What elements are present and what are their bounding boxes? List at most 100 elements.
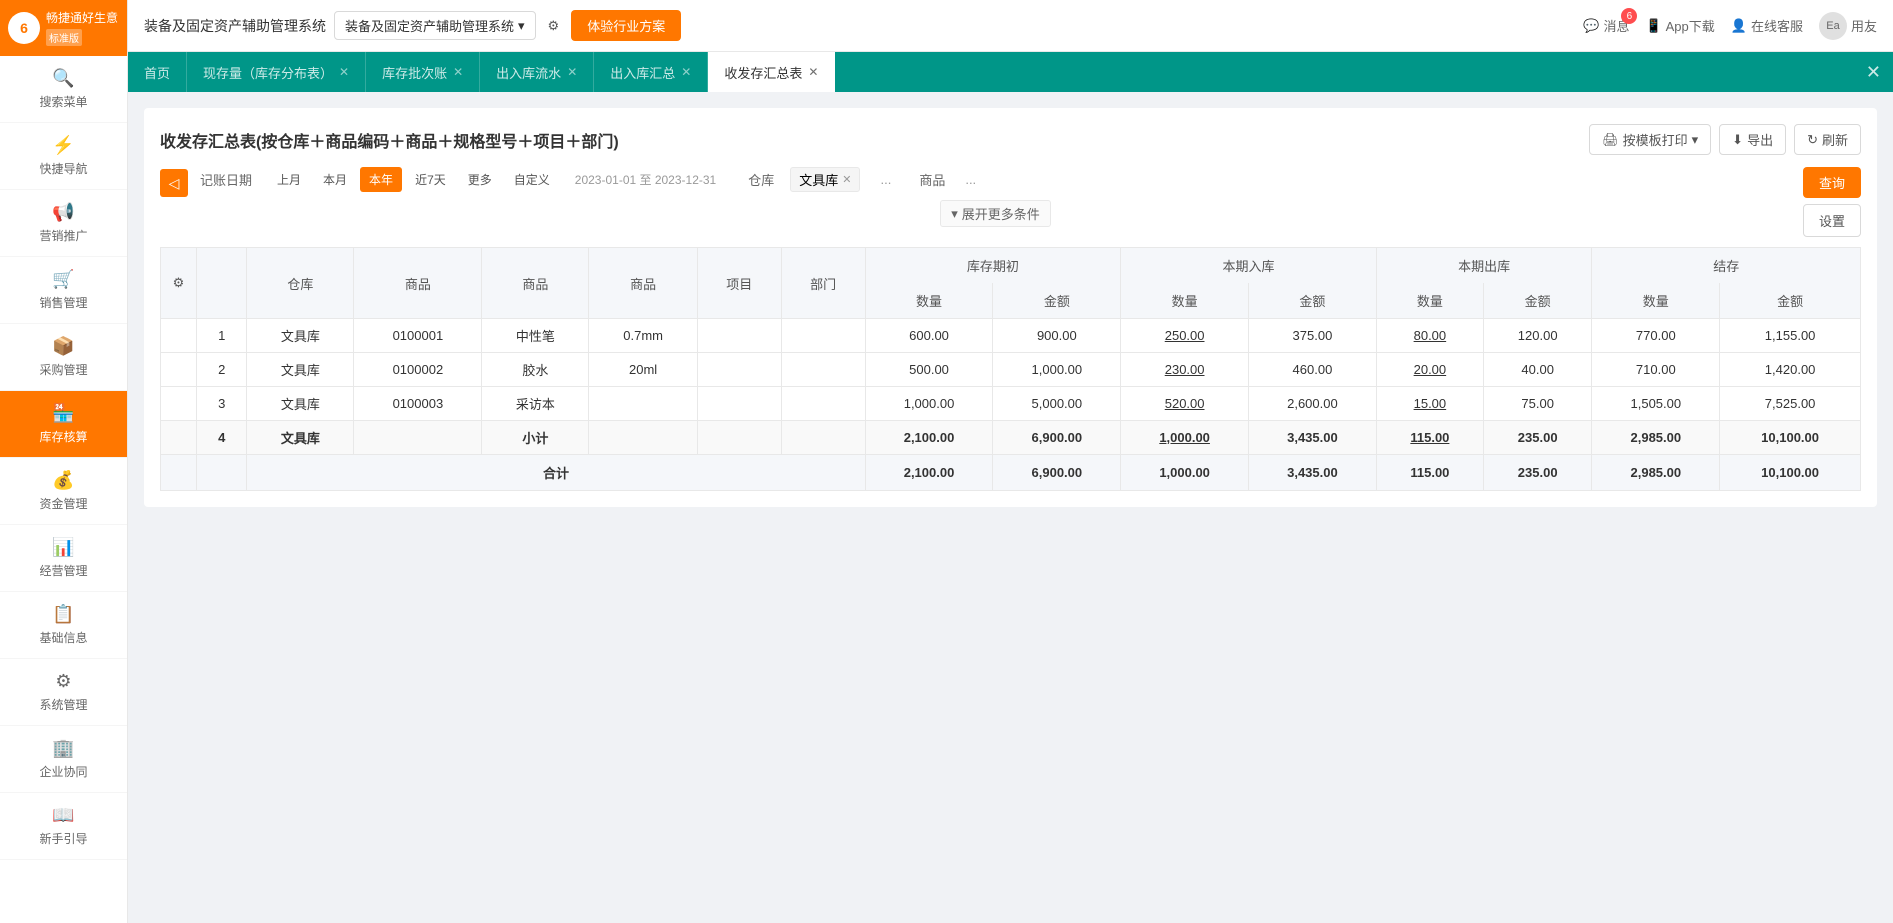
row-out-qty[interactable]: 20.00: [1376, 353, 1483, 387]
refresh-label: 刷新: [1822, 130, 1848, 149]
row-opening-amt: 6,900.00: [993, 421, 1121, 455]
row-out-qty-link[interactable]: 115.00: [1410, 430, 1449, 445]
row-in-qty[interactable]: 520.00: [1121, 387, 1249, 421]
row-out-qty-link[interactable]: 15.00: [1414, 396, 1447, 411]
tab-recv-send-summary[interactable]: 收发存汇总表 ✕: [708, 52, 835, 92]
tab-inventory-dist-close[interactable]: ✕: [339, 65, 349, 79]
tab-inventory-dist[interactable]: 现存量（库存分布表） ✕: [187, 52, 366, 92]
sidebar-item-label: 营销推广: [39, 227, 87, 244]
sidebar-item-operations[interactable]: 📊 经营管理: [0, 525, 127, 592]
row-out-qty[interactable]: 80.00: [1376, 319, 1483, 353]
row-out-amt: 40.00: [1483, 353, 1591, 387]
online-service-action[interactable]: 👤 在线客服: [1731, 16, 1803, 35]
tab-inout-flow-close[interactable]: ✕: [567, 65, 577, 79]
th-dept: 部门: [781, 248, 865, 319]
app-download-label: App下载: [1666, 16, 1715, 35]
row-in-qty-link[interactable]: 1,000.00: [1159, 430, 1210, 445]
row-settings: [161, 319, 197, 353]
sidebar-item-sales[interactable]: 🛒 销售管理: [0, 257, 127, 324]
sidebar-item-label: 搜索菜单: [39, 93, 87, 110]
tab-recv-send-summary-close[interactable]: ✕: [808, 65, 818, 79]
th-opening: 库存期初: [865, 248, 1121, 284]
row-warehouse: 文具库: [247, 353, 354, 387]
print-button[interactable]: 🖨 按模板打印 ▾: [1589, 124, 1711, 155]
refresh-button[interactable]: ↻ 刷新: [1794, 124, 1861, 155]
date-btn-this-year[interactable]: 本年: [360, 167, 402, 192]
row-in-qty[interactable]: 1,000.00: [1121, 421, 1249, 455]
purchase-icon: 📦: [52, 336, 74, 357]
tab-inout-flow[interactable]: 出入库流水 ✕: [480, 52, 594, 92]
query-button[interactable]: 查询: [1803, 167, 1861, 198]
footer-balance-amt: 10,100.00: [1720, 455, 1861, 491]
filter-toggle-button[interactable]: ◁: [160, 169, 188, 197]
warehouse-remove-icon[interactable]: ✕: [842, 173, 851, 186]
row-warehouse: 文具库: [247, 387, 354, 421]
expand-conditions-button[interactable]: ▾ 展开更多条件: [940, 200, 1051, 227]
row-out-qty-link[interactable]: 80.00: [1414, 328, 1447, 343]
row-no: 3: [197, 387, 247, 421]
footer-in-amt: 3,435.00: [1249, 455, 1377, 491]
main-card: 收发存汇总表(按仓库＋商品编码＋商品＋规格型号＋项目＋部门) 🖨 按模板打印 ▾…: [144, 108, 1877, 507]
tab-inventory-dist-label: 现存量（库存分布表）: [203, 63, 333, 82]
filter-ellipsis-2[interactable]: ...: [961, 172, 980, 187]
tab-inout-summary[interactable]: 出入库汇总 ✕: [594, 52, 708, 92]
basic-info-icon: 📋: [52, 604, 74, 625]
filter-settings-button[interactable]: 设置: [1803, 204, 1861, 237]
online-service-label: 在线客服: [1751, 16, 1803, 35]
row-settings: [161, 421, 197, 455]
row-goods-name: 采访本: [482, 387, 589, 421]
filter-toggle-icon: ◁: [169, 175, 180, 192]
sidebar-item-purchase[interactable]: 📦 采购管理: [0, 324, 127, 391]
th-settings[interactable]: ⚙: [161, 248, 197, 319]
avatar: Ea: [1819, 12, 1847, 40]
th-out-qty: 数量: [1376, 283, 1483, 319]
system-dropdown[interactable]: 装备及固定资产辅助管理系统 ▾: [334, 11, 536, 40]
row-out-qty-link[interactable]: 20.00: [1414, 362, 1447, 377]
settings-button[interactable]: ⚙: [544, 14, 564, 38]
tab-recv-send-summary-label: 收发存汇总表: [724, 63, 802, 82]
export-button[interactable]: ⬇ 导出: [1719, 124, 1786, 155]
row-project: [697, 387, 781, 421]
tab-home[interactable]: 首页: [128, 52, 187, 92]
date-btn-custom[interactable]: 自定义: [505, 167, 559, 192]
sidebar-item-quick-nav[interactable]: ⚡ 快捷导航: [0, 123, 127, 190]
close-all-tabs[interactable]: ✕: [1854, 62, 1893, 83]
tab-inout-summary-label: 出入库汇总: [610, 63, 675, 82]
sidebar-item-finance[interactable]: 💰 资金管理: [0, 458, 127, 525]
message-action[interactable]: 💬 消息 6: [1583, 16, 1629, 35]
tab-batch-ledger[interactable]: 库存批次账 ✕: [366, 52, 480, 92]
date-btn-7days[interactable]: 近7天: [406, 167, 455, 192]
row-in-qty-link[interactable]: 230.00: [1165, 362, 1205, 377]
sidebar-item-search[interactable]: 🔍 搜索菜单: [0, 56, 127, 123]
row-balance-amt: 1,155.00: [1720, 319, 1861, 353]
row-out-qty[interactable]: 15.00: [1376, 387, 1483, 421]
date-btn-this-month[interactable]: 本月: [314, 167, 356, 192]
app-download-action[interactable]: 📱 App下载: [1645, 16, 1714, 35]
row-out-qty[interactable]: 115.00: [1376, 421, 1483, 455]
row-in-qty[interactable]: 230.00: [1121, 353, 1249, 387]
sidebar-item-label: 经营管理: [39, 562, 87, 579]
sidebar-item-basic-info[interactable]: 📋 基础信息: [0, 592, 127, 659]
row-balance-qty: 1,505.00: [1592, 387, 1720, 421]
sidebar-item-inventory[interactable]: 🏪 库存核算: [0, 391, 127, 458]
service-icon: 👤: [1731, 18, 1747, 34]
date-btn-last-month[interactable]: 上月: [268, 167, 310, 192]
sidebar-item-enterprise[interactable]: 🏢 企业协同: [0, 726, 127, 793]
row-in-qty-link[interactable]: 520.00: [1165, 396, 1205, 411]
row-out-amt: 75.00: [1483, 387, 1591, 421]
finance-icon: 💰: [52, 470, 74, 491]
row-in-qty[interactable]: 250.00: [1121, 319, 1249, 353]
tab-inout-summary-close[interactable]: ✕: [681, 65, 691, 79]
row-in-amt: 2,600.00: [1249, 387, 1377, 421]
table-row: 1文具库0100001中性笔0.7mm600.00900.00250.00375…: [161, 319, 1861, 353]
date-btn-more[interactable]: 更多: [459, 167, 501, 192]
row-in-qty-link[interactable]: 250.00: [1165, 328, 1205, 343]
th-no: [197, 248, 247, 319]
sidebar-item-system[interactable]: ⚙ 系统管理: [0, 659, 127, 726]
user-action[interactable]: Ea 用友: [1819, 12, 1877, 40]
sidebar-item-marketing[interactable]: 📢 营销推广: [0, 190, 127, 257]
experience-button[interactable]: 体验行业方案: [571, 10, 681, 41]
tab-batch-ledger-close[interactable]: ✕: [453, 65, 463, 79]
filter-ellipsis-1[interactable]: ...: [876, 172, 895, 187]
sidebar-item-beginner[interactable]: 📖 新手引导: [0, 793, 127, 860]
